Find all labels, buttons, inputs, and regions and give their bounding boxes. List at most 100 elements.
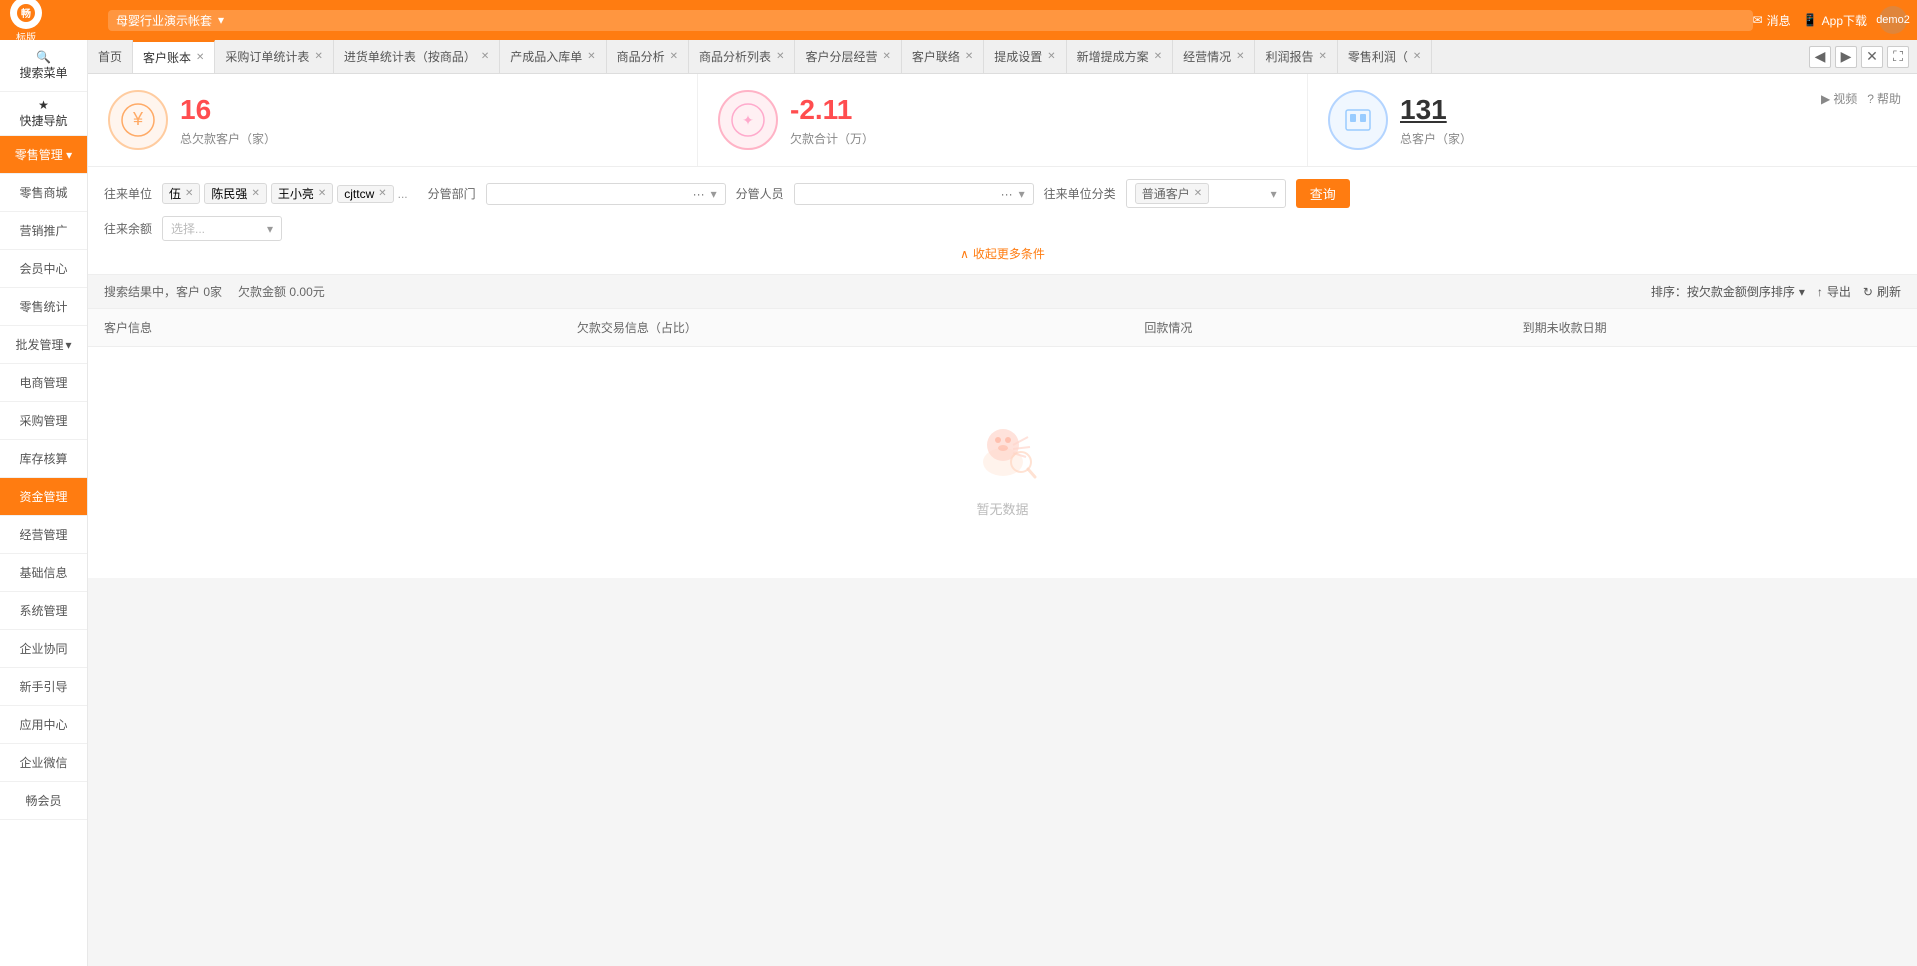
- category-select[interactable]: 普通客户 ✕ ▾: [1126, 179, 1286, 208]
- table-header-col1: 客户信息: [104, 319, 577, 336]
- svg-text:✦: ✦: [742, 112, 754, 128]
- dept-more-icon[interactable]: ···: [693, 187, 705, 201]
- tab-close-proposal-settings[interactable]: ✕: [1047, 51, 1055, 62]
- sidebar-item-wholesale[interactable]: 批发管理▾: [0, 326, 87, 364]
- message-btn[interactable]: ✉ 消息: [1753, 12, 1791, 29]
- tab-customer-contact[interactable]: 客户联络 ✕: [902, 40, 984, 73]
- tab-next-btn[interactable]: ▶: [1835, 46, 1857, 68]
- tab-fullscreen-btn[interactable]: ⛶: [1887, 46, 1909, 68]
- tab-close-new-proposal[interactable]: ✕: [1154, 51, 1162, 62]
- tab-close-all-btn[interactable]: ✕: [1861, 46, 1883, 68]
- store-selector[interactable]: 母婴行业演示帐套 ▾: [108, 10, 1753, 31]
- data-table: 客户信息 欠款交易信息（占比） 回款情况 到期未收款日期: [88, 309, 1917, 578]
- export-btn[interactable]: ↑ 导出: [1817, 283, 1851, 300]
- app-download-btn[interactable]: 📱 App下载: [1803, 12, 1867, 29]
- dept-select-actions: ··· ▾: [693, 187, 717, 201]
- tab-proposal-settings[interactable]: 提成设置 ✕: [984, 40, 1066, 73]
- tag-chen-remove[interactable]: ✕: [251, 188, 259, 199]
- tag-chen: 陈民强 ✕: [204, 183, 266, 204]
- sidebar-item-finance[interactable]: 资金管理: [0, 478, 87, 516]
- sidebar-item-inventory[interactable]: 库存核算: [0, 440, 87, 478]
- sidebar-item-purchase[interactable]: 采购管理: [0, 402, 87, 440]
- tab-close-goods-list[interactable]: ✕: [776, 51, 784, 62]
- stat-icon-total: [1328, 90, 1388, 150]
- category-tag-remove[interactable]: ✕: [1194, 188, 1202, 199]
- tab-prev-btn[interactable]: ◀: [1809, 46, 1831, 68]
- query-btn[interactable]: 查询: [1296, 179, 1350, 208]
- sidebar-item-newbie[interactable]: 新手引导: [0, 668, 87, 706]
- tag-cjttcw-remove[interactable]: ✕: [378, 188, 386, 199]
- tab-operation[interactable]: 经营情况 ✕: [1173, 40, 1255, 73]
- dept-select[interactable]: ··· ▾: [486, 183, 726, 205]
- tab-new-proposal[interactable]: 新增提成方案 ✕: [1067, 40, 1173, 73]
- sidebar-item-basic-info[interactable]: 基础信息: [0, 554, 87, 592]
- sort-select[interactable]: 排序：按欠款金额倒序排序 ▾: [1651, 283, 1805, 300]
- more-tags-btn[interactable]: ...: [398, 187, 408, 201]
- tab-close-profit-report[interactable]: ✕: [1319, 51, 1327, 62]
- tag-wang-remove[interactable]: ✕: [318, 188, 326, 199]
- extra-select[interactable]: 选择... ▾: [162, 216, 282, 241]
- store-name: 母婴行业演示帐套: [116, 12, 212, 29]
- tab-inbound-stats[interactable]: 进货单统计表（按商品） ✕: [334, 40, 500, 73]
- download-icon: 📱: [1803, 13, 1818, 27]
- dept-filter-label: 分管部门: [428, 185, 476, 202]
- stat-card-total: 131 总客户（家） ▶ 视频 ? 帮助: [1308, 74, 1917, 166]
- tab-close-operation[interactable]: ✕: [1236, 51, 1244, 62]
- tab-close-customer-segment[interactable]: ✕: [882, 51, 890, 62]
- table-header-col4: 到期未收款日期: [1523, 319, 1901, 336]
- store-arrow-icon: ▾: [218, 13, 224, 27]
- logo-area[interactable]: 畅 标版: [10, 0, 42, 44]
- tab-goods-list[interactable]: 商品分析列表 ✕: [689, 40, 795, 73]
- tab-purchase-order[interactable]: 采购订单统计表 ✕: [215, 40, 333, 73]
- sidebar-item-ecommerce[interactable]: 电商管理: [0, 364, 87, 402]
- table-header-col3: 回款情况: [1144, 319, 1522, 336]
- help-btn[interactable]: ? 帮助: [1867, 90, 1901, 107]
- video-help-btn[interactable]: ▶ 视频: [1821, 90, 1857, 107]
- sidebar-item-retail[interactable]: 零售管理 ▾: [0, 136, 87, 174]
- collapse-btn[interactable]: ∧ 收起更多条件: [104, 245, 1901, 262]
- sidebar-item-app-center[interactable]: 应用中心: [0, 706, 87, 744]
- sidebar-item-retail-stats[interactable]: 零售统计: [0, 288, 87, 326]
- tab-customer-segment[interactable]: 客户分层经营 ✕: [795, 40, 901, 73]
- tab-home[interactable]: 首页: [88, 40, 133, 73]
- avatar[interactable]: demo2: [1879, 6, 1907, 34]
- tab-close-inbound-stats[interactable]: ✕: [481, 51, 489, 62]
- tab-close-product-inbound[interactable]: ✕: [587, 51, 595, 62]
- refresh-btn[interactable]: ↻ 刷新: [1863, 283, 1901, 300]
- tab-profit-report[interactable]: 利润报告 ✕: [1255, 40, 1337, 73]
- result-bar-left: 搜索结果中，客户 0家 欠款金额 0.00元: [104, 283, 325, 300]
- sidebar-item-member[interactable]: 会员中心: [0, 250, 87, 288]
- video-icon: ▶: [1821, 92, 1830, 106]
- tab-product-inbound[interactable]: 产成品入库单 ✕: [500, 40, 606, 73]
- sidebar-quick-nav[interactable]: ★ 快捷导航: [0, 92, 87, 136]
- tab-goods-analysis[interactable]: 商品分析 ✕: [607, 40, 689, 73]
- tag-wu-remove[interactable]: ✕: [185, 188, 193, 199]
- person-arrow-icon: ▾: [1019, 187, 1025, 201]
- filter-row-2: 往来余额 选择... ▾: [104, 216, 1901, 241]
- person-select[interactable]: ··· ▾: [794, 183, 1034, 205]
- stat-label-customers: 总欠款客户（家）: [180, 130, 276, 147]
- sidebar-item-system[interactable]: 系统管理: [0, 592, 87, 630]
- export-icon: ↑: [1817, 285, 1823, 299]
- sidebar-item-marketing[interactable]: 营销推广: [0, 212, 87, 250]
- sidebar-item-enterprise[interactable]: 企业协同: [0, 630, 87, 668]
- sidebar-item-operations[interactable]: 经营管理: [0, 516, 87, 554]
- tab-close-goods-analysis[interactable]: ✕: [670, 51, 678, 62]
- category-filter-label: 往来单位分类: [1044, 185, 1116, 202]
- tab-close-purchase-order[interactable]: ✕: [314, 51, 322, 62]
- table-header-col2: 欠款交易信息（占比）: [577, 319, 1144, 336]
- tab-close-customer-account[interactable]: ✕: [196, 52, 204, 63]
- sidebar-item-vip[interactable]: 畅会员: [0, 782, 87, 820]
- tab-close-customer-contact[interactable]: ✕: [965, 51, 973, 62]
- tab-close-retail-profit[interactable]: ✕: [1413, 51, 1421, 62]
- top-bar-right: ✉ 消息 📱 App下载 demo2: [1753, 6, 1907, 34]
- tab-bar: 首页 客户账本 ✕ 采购订单统计表 ✕ 进货单统计表（按商品） ✕ 产成品入库单…: [88, 40, 1917, 74]
- tab-customer-account[interactable]: 客户账本 ✕: [133, 40, 215, 73]
- sidebar-item-wechat[interactable]: 企业微信: [0, 744, 87, 782]
- amount-result-text: 欠款金额 0.00元: [238, 283, 325, 300]
- tab-retail-profit[interactable]: 零售利润（ ✕: [1338, 40, 1432, 73]
- table-header: 客户信息 欠款交易信息（占比） 回款情况 到期未收款日期: [88, 309, 1917, 347]
- sidebar-search[interactable]: 🔍 搜索菜单: [0, 40, 87, 92]
- person-more-icon[interactable]: ···: [1001, 187, 1013, 201]
- sidebar-item-retail-mall[interactable]: 零售商城: [0, 174, 87, 212]
